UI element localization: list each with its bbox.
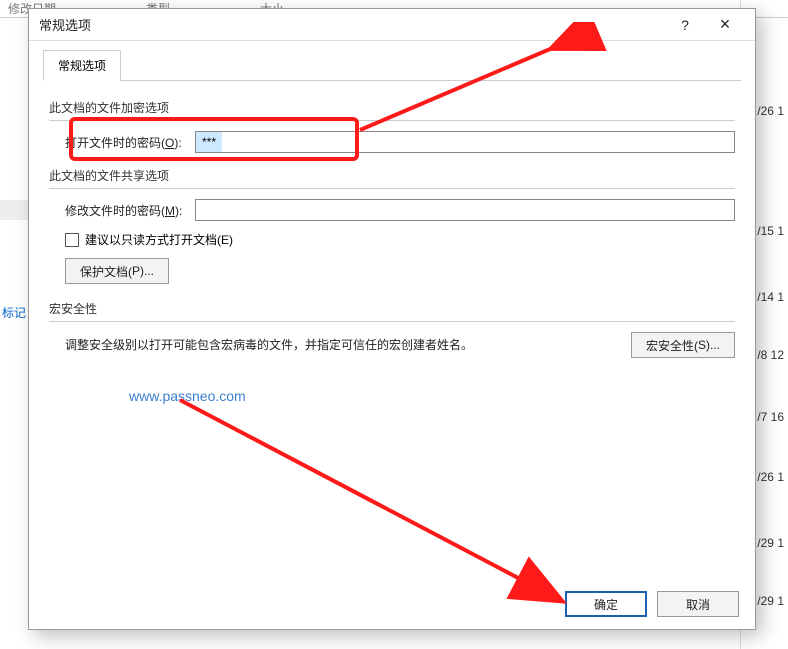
bg-right-item: /29 1 [757, 536, 784, 550]
bg-right-item: /8 12 [757, 348, 784, 362]
encrypt-section-label: 此文档的文件加密选项 [49, 99, 735, 116]
readonly-row: 建议以只读方式打开文档(E) [65, 231, 735, 248]
bg-right-item: /14 1 [757, 290, 784, 304]
ok-button[interactable]: 确定 [565, 591, 647, 617]
protect-document-button[interactable]: 保护文档(P)... [65, 258, 169, 284]
bg-right-item: /15 1 [757, 224, 784, 238]
section-divider [49, 321, 735, 322]
macro-security-button[interactable]: 宏安全性(S)... [631, 332, 735, 358]
macro-description: 调整安全级别以打开可能包含宏病毒的文件，并指定可信任的宏创建者姓名。 [65, 332, 617, 353]
bg-tag-label: 标记 [0, 304, 26, 321]
bg-right-item: /29 1 [757, 594, 784, 608]
readonly-label: 建议以只读方式打开文档(E) [85, 231, 233, 248]
help-button[interactable]: ? [665, 11, 705, 39]
cancel-button[interactable]: 取消 [657, 591, 739, 617]
tabs: 常规选项 [29, 41, 755, 80]
bg-right-item: /26 1 [757, 104, 784, 118]
tab-general-options[interactable]: 常规选项 [43, 50, 121, 81]
bg-right-item: /26 1 [757, 470, 784, 484]
dialog-title: 常规选项 [39, 15, 665, 34]
section-divider [49, 120, 735, 121]
bg-right-item: /7 16 [757, 410, 784, 424]
dialog-footer: 确定 取消 [565, 591, 739, 617]
dialog-content: 此文档的文件加密选项 打开文件时的密码(O): 此文档的文件共享选项 修改文件时… [29, 81, 755, 416]
open-password-label: 打开文件时的密码(O): [65, 134, 195, 151]
modify-password-input[interactable] [195, 199, 735, 221]
macro-section-label: 宏安全性 [49, 300, 735, 317]
modify-password-row: 修改文件时的密码(M): [65, 199, 735, 221]
protect-row: 保护文档(P)... [65, 258, 735, 284]
open-password-row: 打开文件时的密码(O): [65, 131, 735, 153]
close-button[interactable]: × [705, 11, 745, 39]
bg-selection [0, 200, 28, 220]
titlebar: 常规选项 ? × [29, 9, 755, 41]
close-icon: × [720, 14, 731, 35]
section-divider [49, 188, 735, 189]
general-options-dialog: 常规选项 ? × 常规选项 此文档的文件加密选项 打开文件时的密码(O): 此文… [28, 8, 756, 630]
readonly-checkbox[interactable] [65, 233, 79, 247]
macro-row: 调整安全级别以打开可能包含宏病毒的文件，并指定可信任的宏创建者姓名。 宏安全性(… [65, 332, 735, 358]
watermark: www.passneo.com [129, 388, 735, 404]
open-password-input[interactable] [195, 131, 735, 153]
share-section-label: 此文档的文件共享选项 [49, 167, 735, 184]
modify-password-label: 修改文件时的密码(M): [65, 202, 195, 219]
